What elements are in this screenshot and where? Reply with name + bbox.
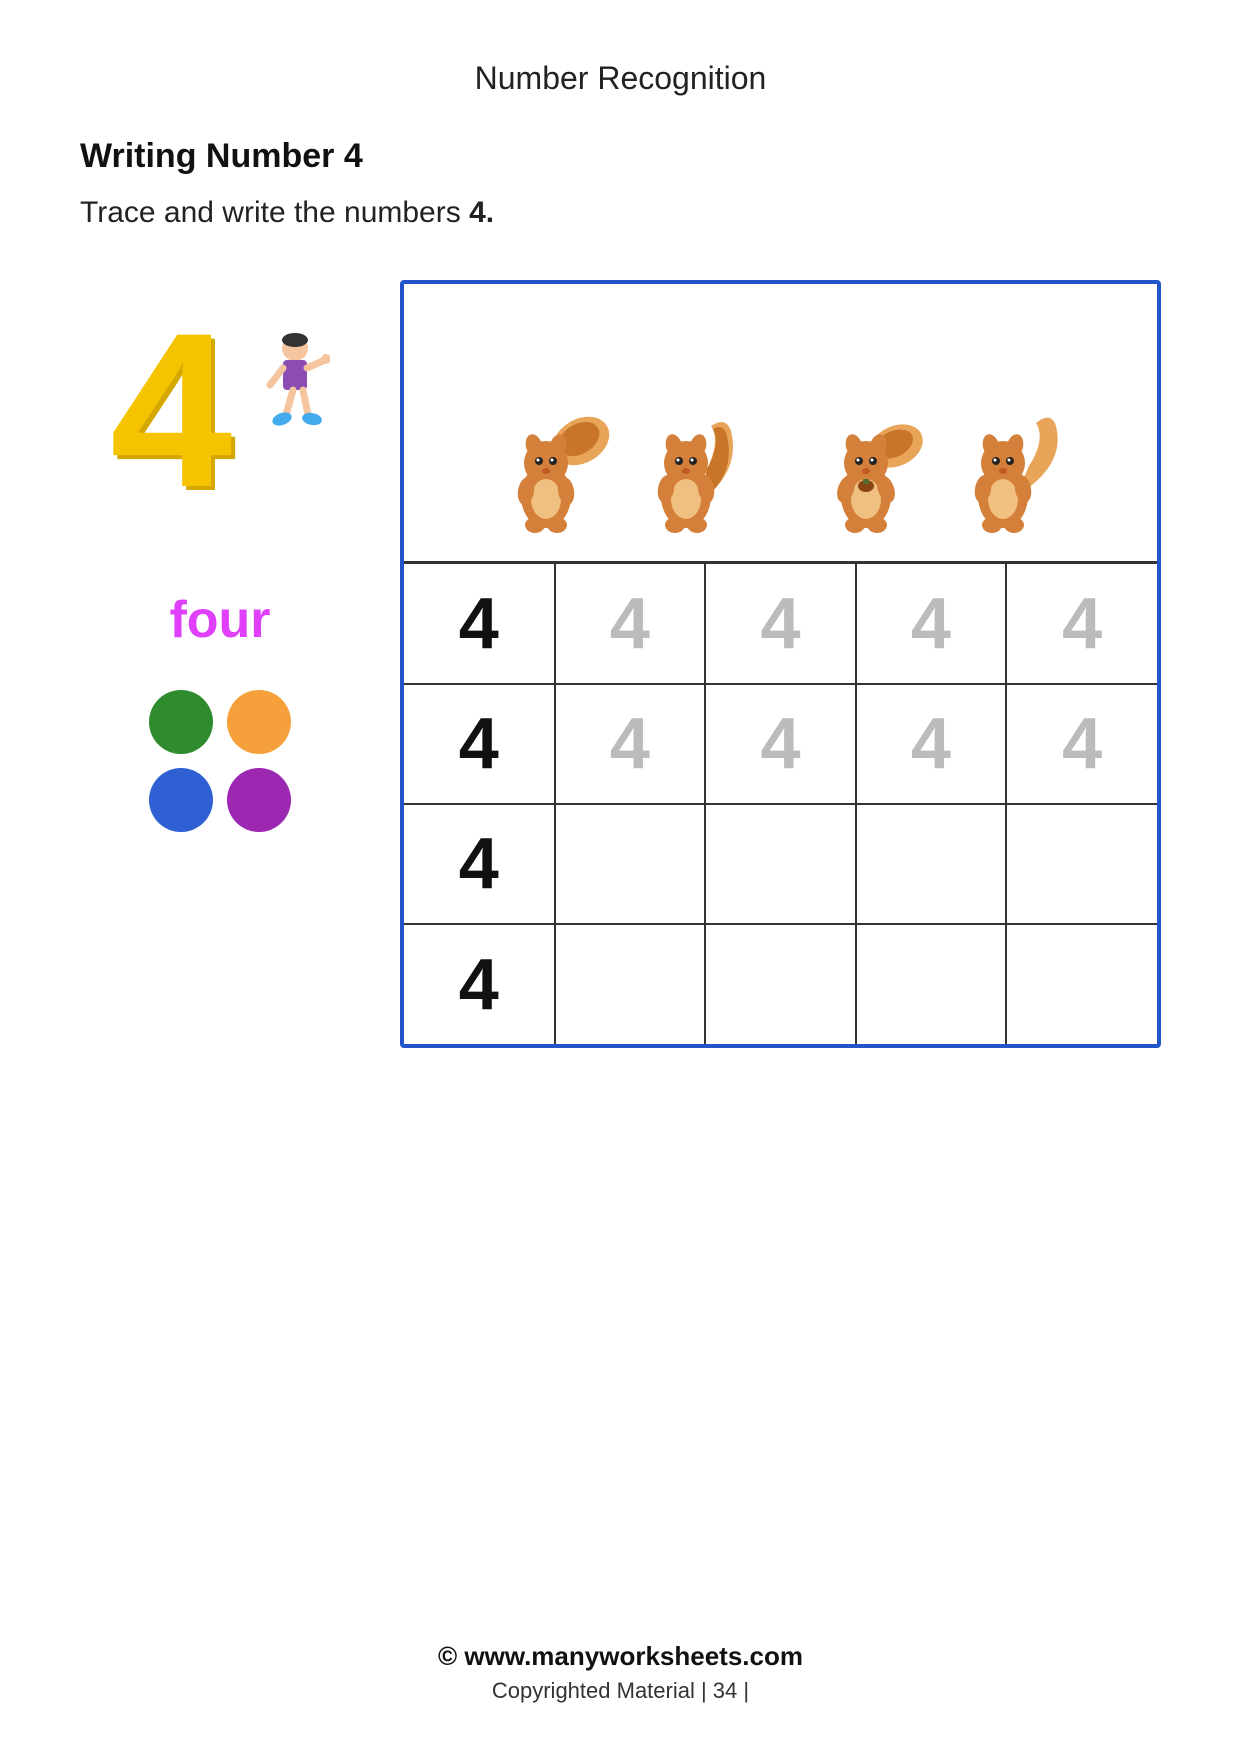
- trace-four: 4: [610, 704, 650, 784]
- grid-cell-empty: [705, 804, 856, 924]
- instruction-text: Trace and write the numbers: [80, 196, 469, 229]
- content-area: 4: [80, 280, 1161, 1048]
- footer-website: © www.manyworksheets.com: [0, 1641, 1241, 1672]
- grid-cell: 4: [856, 564, 1007, 684]
- grid-row-4: 4: [404, 924, 1157, 1044]
- grid-cell: 4: [856, 684, 1007, 804]
- grid-cell: 4: [404, 804, 555, 924]
- grid-cell: 4: [404, 564, 555, 684]
- page-title: Number Recognition: [80, 60, 1161, 97]
- word-four: four: [169, 590, 270, 650]
- solid-four: 4: [459, 945, 499, 1025]
- trace-four: 4: [1062, 584, 1102, 664]
- grid-cell: 4: [555, 564, 706, 684]
- squirrel-2: [631, 411, 751, 541]
- dot-purple: [227, 768, 291, 832]
- grid-cell-empty: [705, 924, 856, 1044]
- grid-row-1: 4 4 4 4 4: [404, 564, 1157, 684]
- squirrel-3: [811, 411, 931, 541]
- section-title: Writing Number 4: [80, 137, 1161, 176]
- grid-cell: 4: [705, 564, 856, 684]
- grid-cell: 4: [404, 684, 555, 804]
- dots-grid: [149, 690, 291, 832]
- grid-cell: 4: [705, 684, 856, 804]
- trace-four: 4: [911, 704, 951, 784]
- dot-blue: [149, 768, 213, 832]
- big-four: 4: [110, 300, 232, 520]
- footer: © www.manyworksheets.com Copyrighted Mat…: [0, 1641, 1241, 1704]
- grid-cell-empty: [555, 924, 706, 1044]
- grid-cell-empty: [856, 804, 1007, 924]
- squirrel-1: [491, 411, 611, 541]
- left-panel: 4: [80, 280, 360, 832]
- grid-cell: 4: [555, 684, 706, 804]
- trace-four: 4: [911, 584, 951, 664]
- grid-cell-empty: [856, 924, 1007, 1044]
- solid-four: 4: [459, 824, 499, 904]
- number-character: 4: [100, 300, 340, 560]
- dot-orange: [227, 690, 291, 754]
- character-illustration: [240, 330, 330, 450]
- trace-four: 4: [760, 704, 800, 784]
- instruction-bold: 4.: [469, 196, 494, 229]
- trace-four: 4: [610, 584, 650, 664]
- dot-green: [149, 690, 213, 754]
- writing-grid: 4 4 4 4 4 4 4 4 4 4: [404, 564, 1157, 1044]
- grid-cell: 4: [1006, 684, 1157, 804]
- squirrel-area: [404, 284, 1157, 564]
- squirrel-4: [951, 411, 1071, 541]
- solid-four: 4: [459, 584, 499, 664]
- grid-cell: 4: [1006, 564, 1157, 684]
- trace-four: 4: [1062, 704, 1102, 784]
- grid-cell: 4: [404, 924, 555, 1044]
- trace-four: 4: [760, 584, 800, 664]
- right-panel: 4 4 4 4 4 4 4 4 4 4: [400, 280, 1161, 1048]
- grid-cell-empty: [1006, 804, 1157, 924]
- grid-cell-empty: [555, 804, 706, 924]
- footer-copyright: Copyrighted Material | 34 |: [0, 1678, 1241, 1704]
- page: Number Recognition Writing Number 4 Trac…: [0, 0, 1241, 1754]
- grid-cell-empty: [1006, 924, 1157, 1044]
- solid-four: 4: [459, 704, 499, 784]
- instruction: Trace and write the numbers 4.: [80, 196, 1161, 230]
- grid-row-3: 4: [404, 804, 1157, 924]
- grid-row-2: 4 4 4 4 4: [404, 684, 1157, 804]
